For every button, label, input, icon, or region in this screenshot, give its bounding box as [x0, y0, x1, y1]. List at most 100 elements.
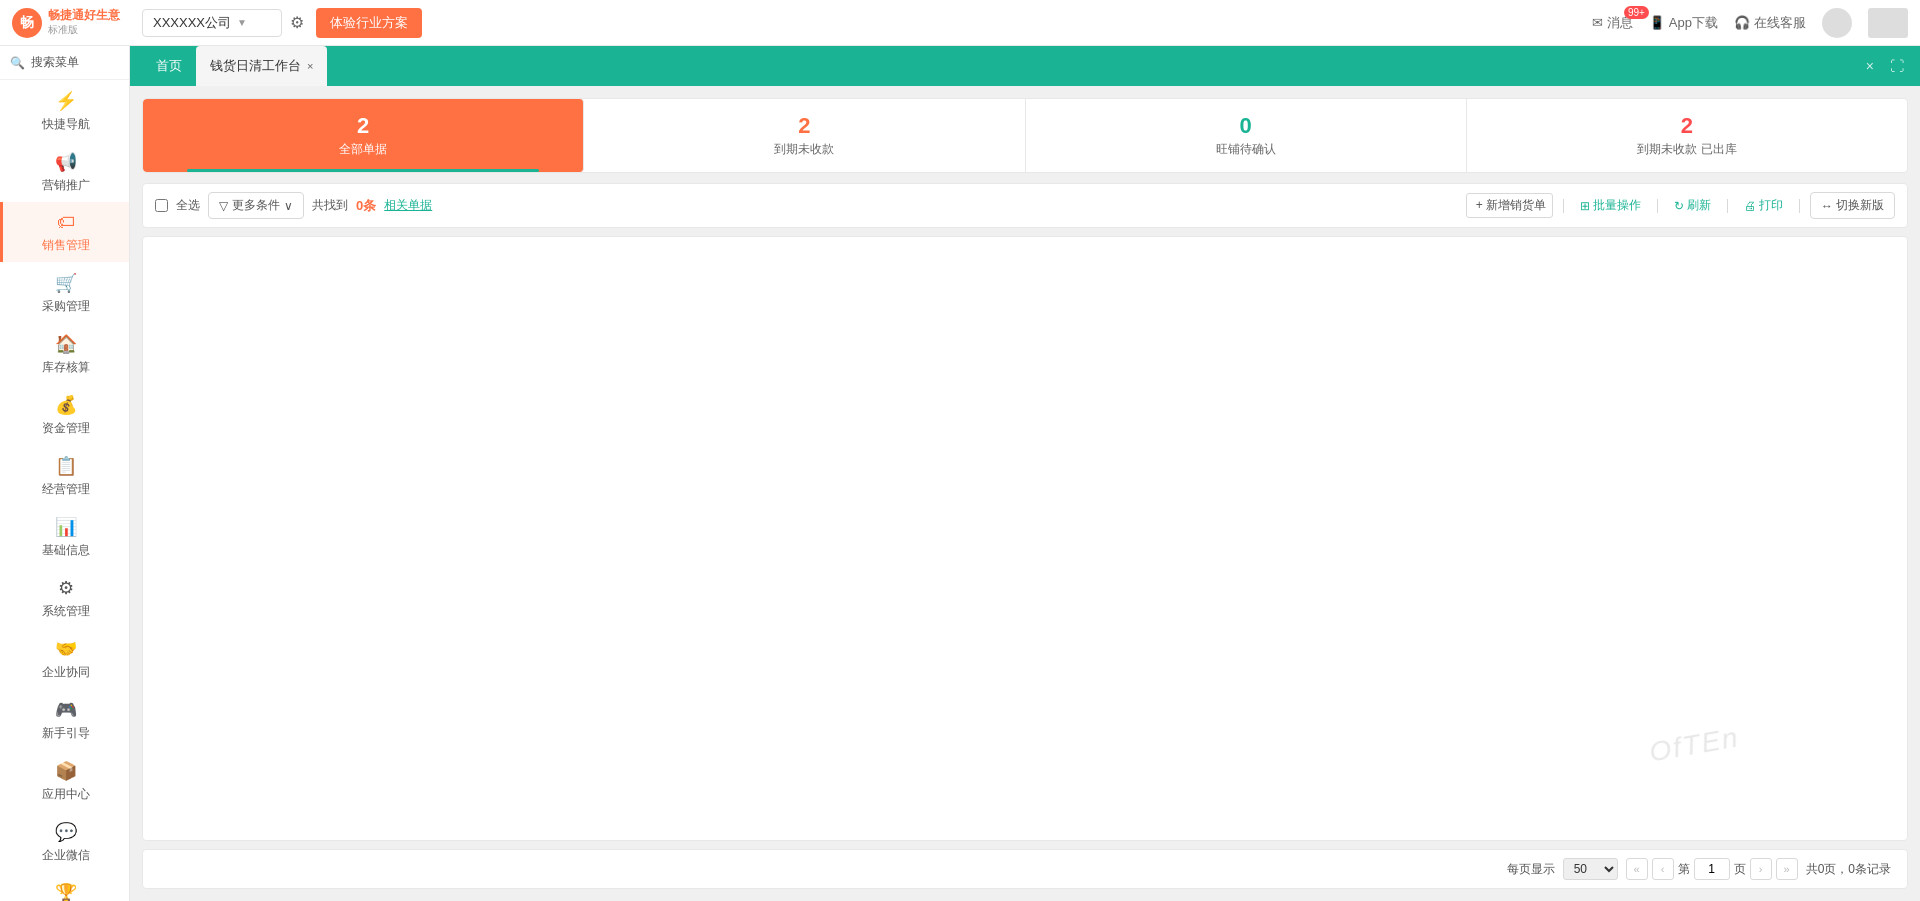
app-download-button[interactable]: 📱 App下载 [1649, 14, 1718, 32]
main-layout: 🔍 搜索菜单 ⚡ 快捷导航 📢 营销推广 🏷 销售管理 🛒 采购管理 🏠 库存核… [0, 46, 1920, 901]
sidebar-item-label: 应用中心 [42, 786, 90, 803]
sidebar-item-label: 库存核算 [42, 359, 90, 376]
system-icon: ⚙ [58, 577, 74, 599]
tab-close-icon[interactable]: × [307, 60, 313, 72]
next-page-button[interactable]: › [1750, 858, 1772, 880]
filter-icon: ▽ [219, 199, 228, 213]
batch-operation-button[interactable]: ⊞ 批量操作 [1574, 194, 1647, 217]
basic-info-icon: 📊 [55, 516, 77, 538]
avatar[interactable] [1822, 8, 1852, 38]
print-button[interactable]: 🖨 打印 [1738, 194, 1789, 217]
page-number-input[interactable] [1694, 858, 1730, 880]
sidebar-item-finance[interactable]: 💰 资金管理 [0, 384, 129, 445]
tab-work-bench[interactable]: 钱货日清工作台 × [196, 46, 327, 86]
newbie-icon: 🎮 [55, 699, 77, 721]
sidebar-item-label: 新手引导 [42, 725, 90, 742]
tab-home[interactable]: 首页 [142, 46, 196, 86]
wechat-icon: 💬 [55, 821, 77, 843]
stat-all[interactable]: 2 全部单据 [143, 99, 584, 172]
sidebar-item-marketing[interactable]: 📢 营销推广 [0, 141, 129, 202]
filter-button[interactable]: ▽ 更多条件 ∨ [208, 192, 304, 219]
sidebar-item-inventory[interactable]: 🏠 库存核算 [0, 323, 129, 384]
last-page-button[interactable]: » [1776, 858, 1798, 880]
sidebar-item-label: 销售管理 [42, 237, 90, 254]
sidebar-item-label: 基础信息 [42, 542, 90, 559]
user-name[interactable] [1868, 8, 1908, 38]
purchase-icon: 🛒 [55, 272, 77, 294]
member-icon: 🏆 [55, 882, 77, 901]
finance-icon: 💰 [55, 394, 77, 416]
download-icon: 📱 [1649, 15, 1665, 30]
chevron-down-icon: ▼ [237, 17, 247, 28]
add-sales-order-button[interactable]: + 新增销货单 [1466, 193, 1553, 218]
sidebar-item-purchase[interactable]: 🛒 采购管理 [0, 262, 129, 323]
stat-number-all: 2 [357, 113, 369, 139]
related-orders-link[interactable]: 相关单据 [384, 197, 432, 214]
tab-bar: 首页 钱货日清工作台 × × ⛶ [130, 46, 1920, 86]
sidebar-item-operations[interactable]: 📋 经营管理 [0, 445, 129, 506]
tab-bar-controls: × ⛶ [1862, 54, 1908, 78]
online-service-button[interactable]: 🎧 在线客服 [1734, 14, 1806, 32]
sidebar-item-system[interactable]: ⚙ 系统管理 [0, 567, 129, 628]
sidebar-item-wechat[interactable]: 💬 企业微信 [0, 811, 129, 872]
main-content: 首页 钱货日清工作台 × × ⛶ 2 全部单据 2 [130, 46, 1920, 901]
headset-icon: 🎧 [1734, 15, 1750, 30]
stat-shipped[interactable]: 2 到期未收款 已出库 [1467, 99, 1907, 172]
found-count: 0条 [356, 197, 376, 215]
sidebar-item-newbie[interactable]: 🎮 新手引导 [0, 689, 129, 750]
refresh-button[interactable]: ↻ 刷新 [1668, 194, 1717, 217]
stat-underline [187, 169, 539, 172]
switch-icon: ↔ [1821, 199, 1833, 213]
top-header: 畅 畅捷通好生意 标准版 XXXXXX公司 ▼ ⚙ 体验行业方案 ✉ 消息 99… [0, 0, 1920, 46]
app-logo-icon: 畅 [12, 8, 42, 38]
batch-icon: ⊞ [1580, 199, 1590, 213]
app-version: 标准版 [48, 23, 120, 37]
search-icon: 🔍 [10, 56, 25, 70]
stat-label-shipped: 到期未收款 已出库 [1637, 141, 1736, 158]
trial-button[interactable]: 体验行业方案 [316, 8, 422, 38]
page-navigation: « ‹ 第 页 › » [1626, 858, 1798, 880]
settings-icon[interactable]: ⚙ [290, 13, 304, 32]
tab-expand-icon[interactable]: ⛶ [1886, 54, 1908, 78]
sales-icon: 🏷 [57, 212, 75, 233]
refresh-icon: ↻ [1674, 199, 1684, 213]
message-badge: 99+ [1624, 6, 1649, 19]
stat-overdue[interactable]: 2 到期未收款 [584, 99, 1025, 172]
divider [1657, 199, 1658, 213]
stat-number-overdue: 2 [798, 113, 810, 139]
stat-label-overdue: 到期未收款 [774, 141, 834, 158]
operations-icon: 📋 [55, 455, 77, 477]
pagination: 每页显示 50 100 200 « ‹ 第 页 › » 共0页，0条记录 [142, 849, 1908, 889]
switch-version-button[interactable]: ↔ 切换新版 [1810, 192, 1895, 219]
stat-wangpu[interactable]: 0 旺铺待确认 [1026, 99, 1467, 172]
chevron-down-icon: ∨ [284, 199, 293, 213]
search-menu-item[interactable]: 🔍 搜索菜单 [0, 46, 129, 80]
sidebar-item-member[interactable]: 🏆 畅会员 [0, 872, 129, 901]
sidebar-item-quick-nav[interactable]: ⚡ 快捷导航 [0, 80, 129, 141]
message-icon: ✉ [1592, 15, 1603, 30]
sidebar-item-sales[interactable]: 🏷 销售管理 [0, 202, 129, 262]
tab-close-all-icon[interactable]: × [1862, 54, 1878, 78]
select-all-label: 全选 [176, 197, 200, 214]
first-page-button[interactable]: « [1626, 858, 1648, 880]
sidebar-item-label: 经营管理 [42, 481, 90, 498]
stat-number-shipped: 2 [1681, 113, 1693, 139]
company-selector[interactable]: XXXXXX公司 ▼ [142, 9, 282, 37]
sidebar-item-app-center[interactable]: 📦 应用中心 [0, 750, 129, 811]
toolbar: 全选 ▽ 更多条件 ∨ 共找到 0条 相关单据 + 新增销货单 [142, 183, 1908, 228]
prev-page-button[interactable]: ‹ [1652, 858, 1674, 880]
message-button[interactable]: ✉ 消息 99+ [1592, 14, 1633, 32]
sidebar-item-basic-info[interactable]: 📊 基础信息 [0, 506, 129, 567]
sidebar-item-label: 采购管理 [42, 298, 90, 315]
app-center-icon: 📦 [55, 760, 77, 782]
sidebar-item-label: 快捷导航 [42, 116, 90, 133]
sidebar-item-label: 资金管理 [42, 420, 90, 437]
enterprise-icon: 🤝 [55, 638, 77, 660]
sidebar-item-label: 营销推广 [42, 177, 90, 194]
page-word: 页 [1734, 861, 1746, 878]
sidebar-item-enterprise[interactable]: 🤝 企业协同 [0, 628, 129, 689]
page-size-select[interactable]: 50 100 200 [1563, 858, 1618, 880]
search-menu-label: 搜索菜单 [31, 54, 79, 71]
sidebar-item-label: 企业协同 [42, 664, 90, 681]
select-all-checkbox[interactable] [155, 199, 168, 212]
